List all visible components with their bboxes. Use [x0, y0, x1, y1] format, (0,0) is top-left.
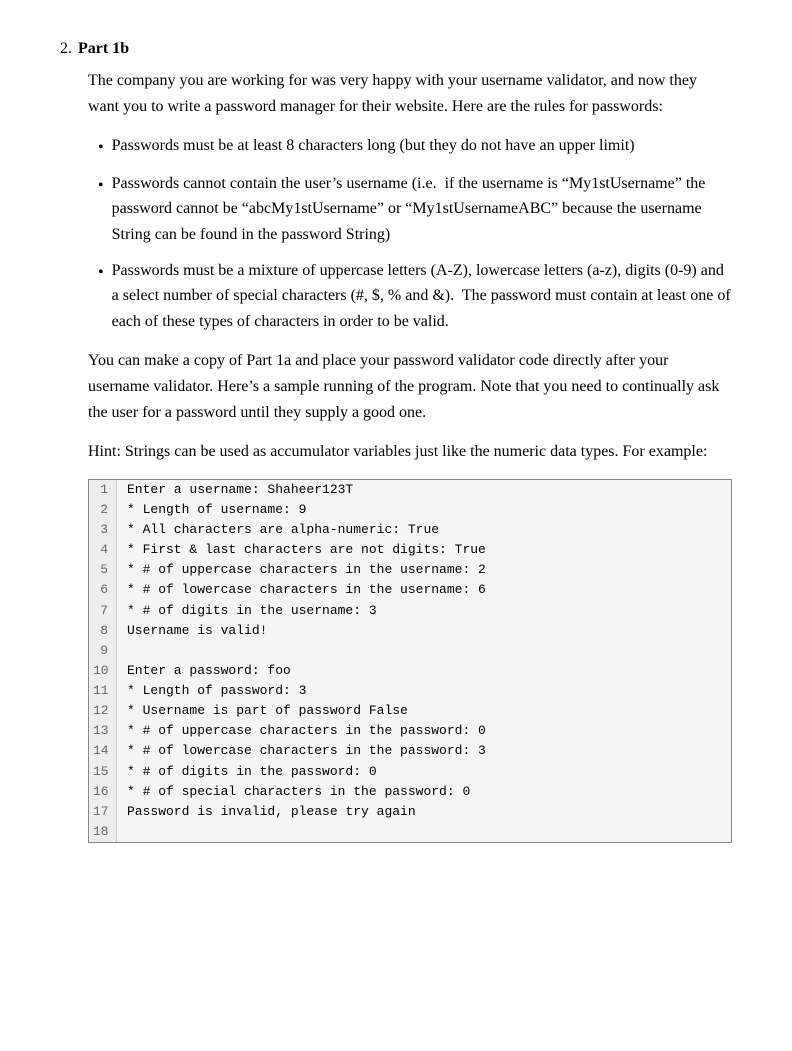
- code-line-15: 15 * # of digits in the password: 0: [89, 762, 731, 782]
- code-line-14: 14 * # of lowercase characters in the pa…: [89, 741, 731, 761]
- line-number: 7: [89, 601, 117, 621]
- line-number: 3: [89, 520, 117, 540]
- code-line-16: 16 * # of special characters in the pass…: [89, 782, 731, 802]
- line-number: 16: [89, 782, 117, 802]
- list-item: • Passwords cannot contain the user’s us…: [98, 171, 732, 248]
- line-content: Username is valid!: [117, 621, 273, 641]
- line-number: 17: [89, 802, 117, 822]
- section-container: 2. Part 1b The company you are working f…: [60, 40, 732, 843]
- list-item: • Passwords must be a mixture of upperca…: [98, 258, 732, 335]
- code-line-12: 12 * Username is part of password False: [89, 701, 731, 721]
- code-line-9: 9: [89, 641, 731, 661]
- line-number: 12: [89, 701, 117, 721]
- code-line-11: 11 * Length of password: 3: [89, 681, 731, 701]
- bullet-text-1: Passwords must be at least 8 characters …: [112, 133, 732, 159]
- section-header: 2. Part 1b: [60, 40, 732, 58]
- section-body: The company you are working for was very…: [88, 68, 732, 843]
- code-line-4: 4 * First & last characters are not digi…: [89, 540, 731, 560]
- bullet-text-2: Passwords cannot contain the user’s user…: [112, 171, 732, 248]
- paragraph-1: You can make a copy of Part 1a and place…: [88, 348, 732, 425]
- line-number: 14: [89, 741, 117, 761]
- code-line-2: 2 * Length of username: 9: [89, 500, 731, 520]
- line-content: Password is invalid, please try again: [117, 802, 422, 822]
- code-line-8: 8 Username is valid!: [89, 621, 731, 641]
- code-line-18: 18: [89, 822, 731, 842]
- line-number: 18: [89, 822, 117, 842]
- line-content: * # of lowercase characters in the usern…: [117, 580, 492, 600]
- line-content: * # of uppercase characters in the passw…: [117, 721, 492, 741]
- line-content: * # of digits in the username: 3: [117, 601, 383, 621]
- hint-text: Hint: Strings can be used as accumulator…: [88, 439, 732, 465]
- line-content: * # of uppercase characters in the usern…: [117, 560, 492, 580]
- line-number: 1: [89, 480, 117, 500]
- line-number: 13: [89, 721, 117, 741]
- bullet-list: • Passwords must be at least 8 character…: [88, 133, 732, 334]
- code-line-1: 1 Enter a username: Shaheer123T: [89, 480, 731, 500]
- line-number: 5: [89, 560, 117, 580]
- line-number: 2: [89, 500, 117, 520]
- line-content: * Length of password: 3: [117, 681, 312, 701]
- code-line-7: 7 * # of digits in the username: 3: [89, 601, 731, 621]
- line-content: * # of lowercase characters in the passw…: [117, 741, 492, 761]
- bullet-icon: •: [98, 135, 104, 161]
- code-line-3: 3 * All characters are alpha-numeric: Tr…: [89, 520, 731, 540]
- line-content: * All characters are alpha-numeric: True: [117, 520, 445, 540]
- section-title: Part 1b: [78, 40, 129, 58]
- code-line-6: 6 * # of lowercase characters in the use…: [89, 580, 731, 600]
- line-number: 10: [89, 661, 117, 681]
- code-block: 1 Enter a username: Shaheer123T 2 * Leng…: [89, 480, 731, 842]
- line-content: * # of digits in the password: 0: [117, 762, 383, 782]
- bullet-icon: •: [98, 173, 104, 199]
- line-content: * Username is part of password False: [117, 701, 414, 721]
- intro-paragraph: The company you are working for was very…: [88, 68, 732, 119]
- line-number: 15: [89, 762, 117, 782]
- code-line-10: 10 Enter a password: foo: [89, 661, 731, 681]
- line-number: 6: [89, 580, 117, 600]
- line-number: 4: [89, 540, 117, 560]
- line-content: * # of special characters in the passwor…: [117, 782, 476, 802]
- line-number: 11: [89, 681, 117, 701]
- code-line-13: 13 * # of uppercase characters in the pa…: [89, 721, 731, 741]
- line-content: * Length of username: 9: [117, 500, 312, 520]
- line-number: 9: [89, 641, 117, 661]
- line-content: Enter a username: Shaheer123T: [117, 480, 359, 500]
- line-content: Enter a password: foo: [117, 661, 297, 681]
- line-content: * First & last characters are not digits…: [117, 540, 492, 560]
- line-number: 8: [89, 621, 117, 641]
- section-number: 2.: [60, 40, 72, 58]
- bullet-icon: •: [98, 260, 104, 286]
- code-block-wrapper: 1 Enter a username: Shaheer123T 2 * Leng…: [88, 479, 732, 843]
- code-line-17: 17 Password is invalid, please try again: [89, 802, 731, 822]
- list-item: • Passwords must be at least 8 character…: [98, 133, 732, 161]
- bullet-text-3: Passwords must be a mixture of uppercase…: [112, 258, 732, 335]
- code-line-5: 5 * # of uppercase characters in the use…: [89, 560, 731, 580]
